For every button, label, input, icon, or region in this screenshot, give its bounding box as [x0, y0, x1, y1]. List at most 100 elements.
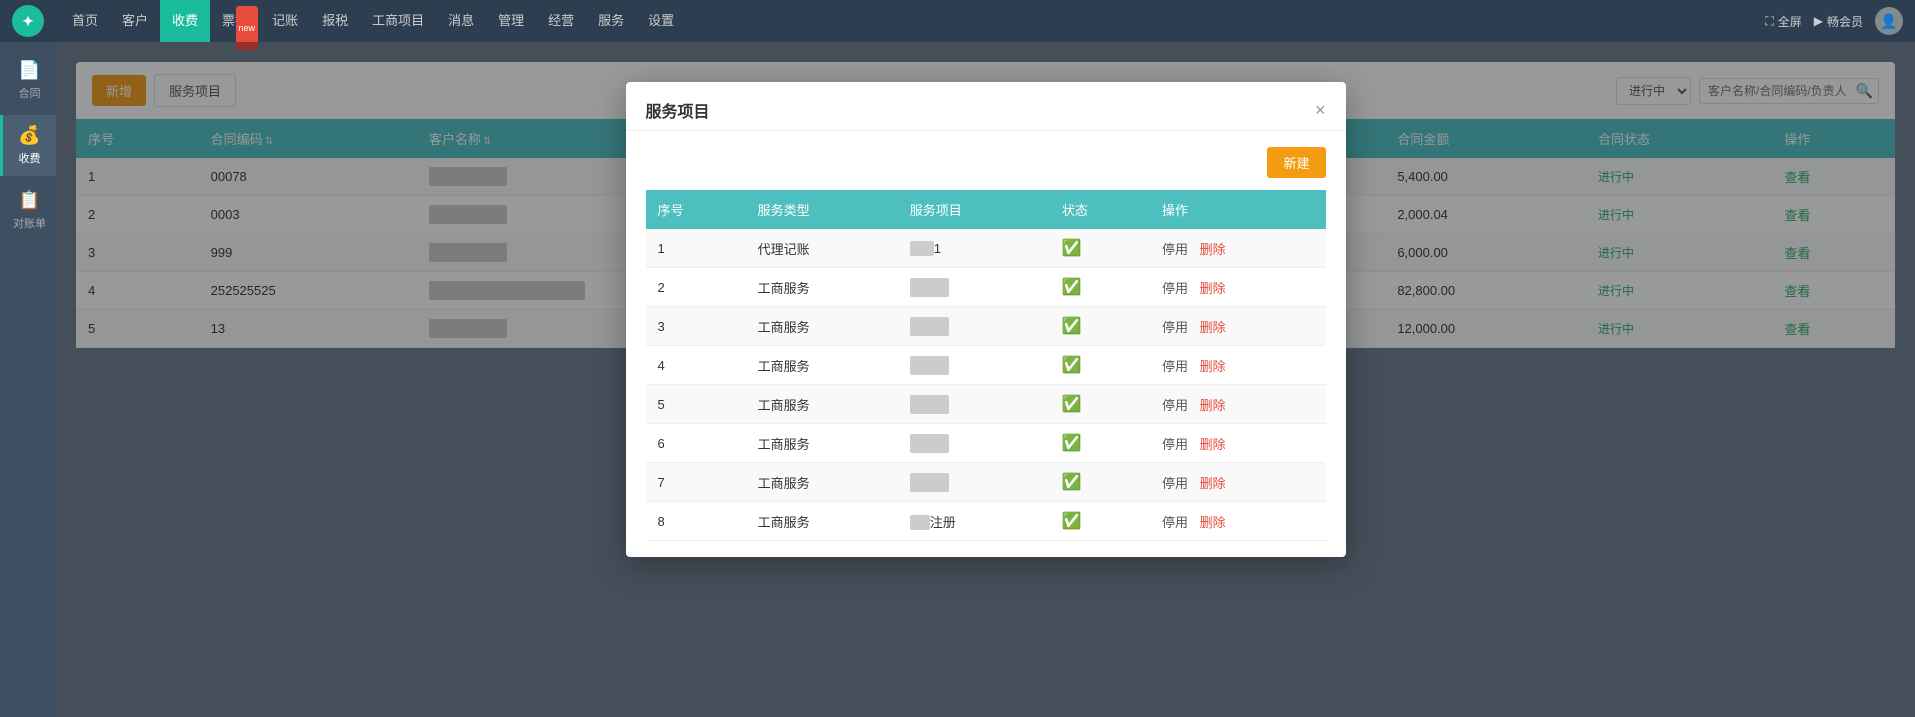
nav-business[interactable]: 经营 — [536, 0, 586, 42]
delete-action[interactable]: 删除 — [1200, 398, 1226, 413]
modal-col-action: 操作 — [1150, 190, 1325, 229]
modal-cell-type: 代理记账 — [746, 229, 898, 268]
sidebar-item-billing[interactable]: 💰 收费 — [0, 115, 56, 176]
stop-action[interactable]: 停用 — [1162, 437, 1188, 452]
list-item: 3 工商服务 ✅ 停用 删除 — [646, 307, 1326, 346]
delete-action[interactable]: 删除 — [1200, 281, 1226, 296]
delete-action[interactable]: 删除 — [1200, 476, 1226, 491]
stop-action[interactable]: 停用 — [1162, 281, 1188, 296]
modal-cell-status: ✅ — [1050, 268, 1150, 307]
modal-cell-item — [898, 346, 1050, 385]
delete-action[interactable]: 删除 — [1200, 359, 1226, 374]
modal-cell-type: 工商服务 — [746, 424, 898, 463]
status-check-icon: ✅ — [1062, 435, 1082, 452]
modal-cell-type: 工商服务 — [746, 307, 898, 346]
stop-action[interactable]: 停用 — [1162, 476, 1188, 491]
modal-header: 服务项目 × — [626, 82, 1346, 131]
content-area: 新增 服务项目 进行中 🔍 序号 合同编码⇅ — [56, 42, 1915, 717]
modal-cell-seq: 7 — [646, 463, 746, 502]
modal-cell-actions[interactable]: 停用 删除 — [1150, 346, 1325, 385]
modal-cell-item — [898, 268, 1050, 307]
modal-cell-seq: 5 — [646, 385, 746, 424]
nav-manage[interactable]: 管理 — [486, 0, 536, 42]
app-logo: ✦ — [12, 5, 44, 37]
modal-cell-actions[interactable]: 停用 删除 — [1150, 268, 1325, 307]
modal-close-button[interactable]: × — [1315, 101, 1326, 119]
modal-cell-type: 工商服务 — [746, 346, 898, 385]
nav-billing[interactable]: 收费 — [160, 0, 210, 42]
modal-cell-actions[interactable]: 停用 删除 — [1150, 385, 1325, 424]
nav-bookkeeping[interactable]: 记账 — [260, 0, 310, 42]
top-navigation: ✦ 首页 客户 收费 票据 new 记账 报税 工商项目 消息 管理 经营 服务… — [0, 0, 1915, 42]
modal-table-header-row: 序号 服务类型 服务项目 状态 操作 — [646, 190, 1326, 229]
list-item: 4 工商服务 ✅ 停用 删除 — [646, 346, 1326, 385]
modal-cell-status: ✅ — [1050, 229, 1150, 268]
delete-action[interactable]: 删除 — [1200, 515, 1226, 530]
modal-cell-item — [898, 463, 1050, 502]
modal-cell-seq: 2 — [646, 268, 746, 307]
list-item: 2 工商服务 ✅ 停用 删除 — [646, 268, 1326, 307]
delete-action[interactable]: 删除 — [1200, 242, 1226, 257]
modal-cell-status: ✅ — [1050, 424, 1150, 463]
stop-action[interactable]: 停用 — [1162, 359, 1188, 374]
nav-home[interactable]: 首页 — [60, 0, 110, 42]
modal-cell-seq: 4 — [646, 346, 746, 385]
modal-col-item: 服务项目 — [898, 190, 1050, 229]
member-button[interactable]: ▶ 畅会员 — [1814, 13, 1863, 30]
nav-tax[interactable]: 报税 — [310, 0, 360, 42]
stop-action[interactable]: 停用 — [1162, 242, 1188, 257]
modal-table: 序号 服务类型 服务项目 状态 操作 1 代理记账 1 ✅ 停用 — [646, 190, 1326, 541]
modal-cell-actions[interactable]: 停用 删除 — [1150, 424, 1325, 463]
modal-cell-type: 工商服务 — [746, 268, 898, 307]
sidebar-item-reconciliation[interactable]: 📋 对账单 — [0, 180, 56, 241]
modal-cell-type: 工商服务 — [746, 385, 898, 424]
list-item: 6 工商服务 ✅ 停用 删除 — [646, 424, 1326, 463]
modal-new-button[interactable]: 新建 — [1267, 147, 1325, 178]
service-item-modal: 服务项目 × 新建 序号 服务类型 服务项目 状态 — [626, 82, 1346, 557]
modal-cell-type: 工商服务 — [746, 463, 898, 502]
modal-cell-item — [898, 385, 1050, 424]
modal-cell-actions[interactable]: 停用 删除 — [1150, 463, 1325, 502]
avatar[interactable]: 👤 — [1875, 7, 1903, 35]
status-check-icon: ✅ — [1062, 240, 1082, 257]
modal-cell-status: ✅ — [1050, 385, 1150, 424]
modal-overlay: 服务项目 × 新建 序号 服务类型 服务项目 状态 — [56, 42, 1915, 717]
sidebar-item-contract[interactable]: 📄 合同 — [0, 50, 56, 111]
stop-action[interactable]: 停用 — [1162, 515, 1188, 530]
modal-cell-item — [898, 424, 1050, 463]
status-check-icon: ✅ — [1062, 396, 1082, 413]
list-item: 1 代理记账 1 ✅ 停用 删除 — [646, 229, 1326, 268]
fullscreen-button[interactable]: ⛶ 全屏 — [1765, 13, 1801, 30]
modal-col-seq: 序号 — [646, 190, 746, 229]
stop-action[interactable]: 停用 — [1162, 320, 1188, 335]
modal-cell-type: 工商服务 — [746, 502, 898, 541]
nav-bizproject[interactable]: 工商项目 — [360, 0, 436, 42]
modal-cell-actions[interactable]: 停用 删除 — [1150, 307, 1325, 346]
modal-cell-seq: 1 — [646, 229, 746, 268]
list-item: 8 工商服务 注册 ✅ 停用 删除 — [646, 502, 1326, 541]
member-icon: ▶ — [1814, 14, 1823, 28]
nav-settings[interactable]: 设置 — [636, 0, 686, 42]
delete-action[interactable]: 删除 — [1200, 437, 1226, 452]
modal-cell-status: ✅ — [1050, 307, 1150, 346]
nav-service[interactable]: 服务 — [586, 0, 636, 42]
modal-cell-actions[interactable]: 停用 删除 — [1150, 229, 1325, 268]
status-check-icon: ✅ — [1062, 279, 1082, 296]
sidebar-label-billing: 收费 — [19, 150, 41, 166]
status-check-icon: ✅ — [1062, 357, 1082, 374]
modal-cell-item: 注册 — [898, 502, 1050, 541]
modal-cell-item: 1 — [898, 229, 1050, 268]
modal-cell-actions[interactable]: 停用 删除 — [1150, 502, 1325, 541]
modal-title: 服务项目 — [646, 98, 710, 122]
modal-cell-item — [898, 307, 1050, 346]
nav-client[interactable]: 客户 — [110, 0, 160, 42]
nav-right-area: ⛶ 全屏 ▶ 畅会员 👤 — [1765, 7, 1903, 35]
sidebar-label-contract: 合同 — [19, 85, 41, 101]
modal-cell-seq: 8 — [646, 502, 746, 541]
delete-action[interactable]: 删除 — [1200, 320, 1226, 335]
stop-action[interactable]: 停用 — [1162, 398, 1188, 413]
fullscreen-icon: ⛶ — [1765, 14, 1773, 29]
nav-message[interactable]: 消息 — [436, 0, 486, 42]
nav-invoice[interactable]: 票据 new — [210, 0, 260, 42]
modal-body: 新建 序号 服务类型 服务项目 状态 操作 — [626, 131, 1346, 557]
